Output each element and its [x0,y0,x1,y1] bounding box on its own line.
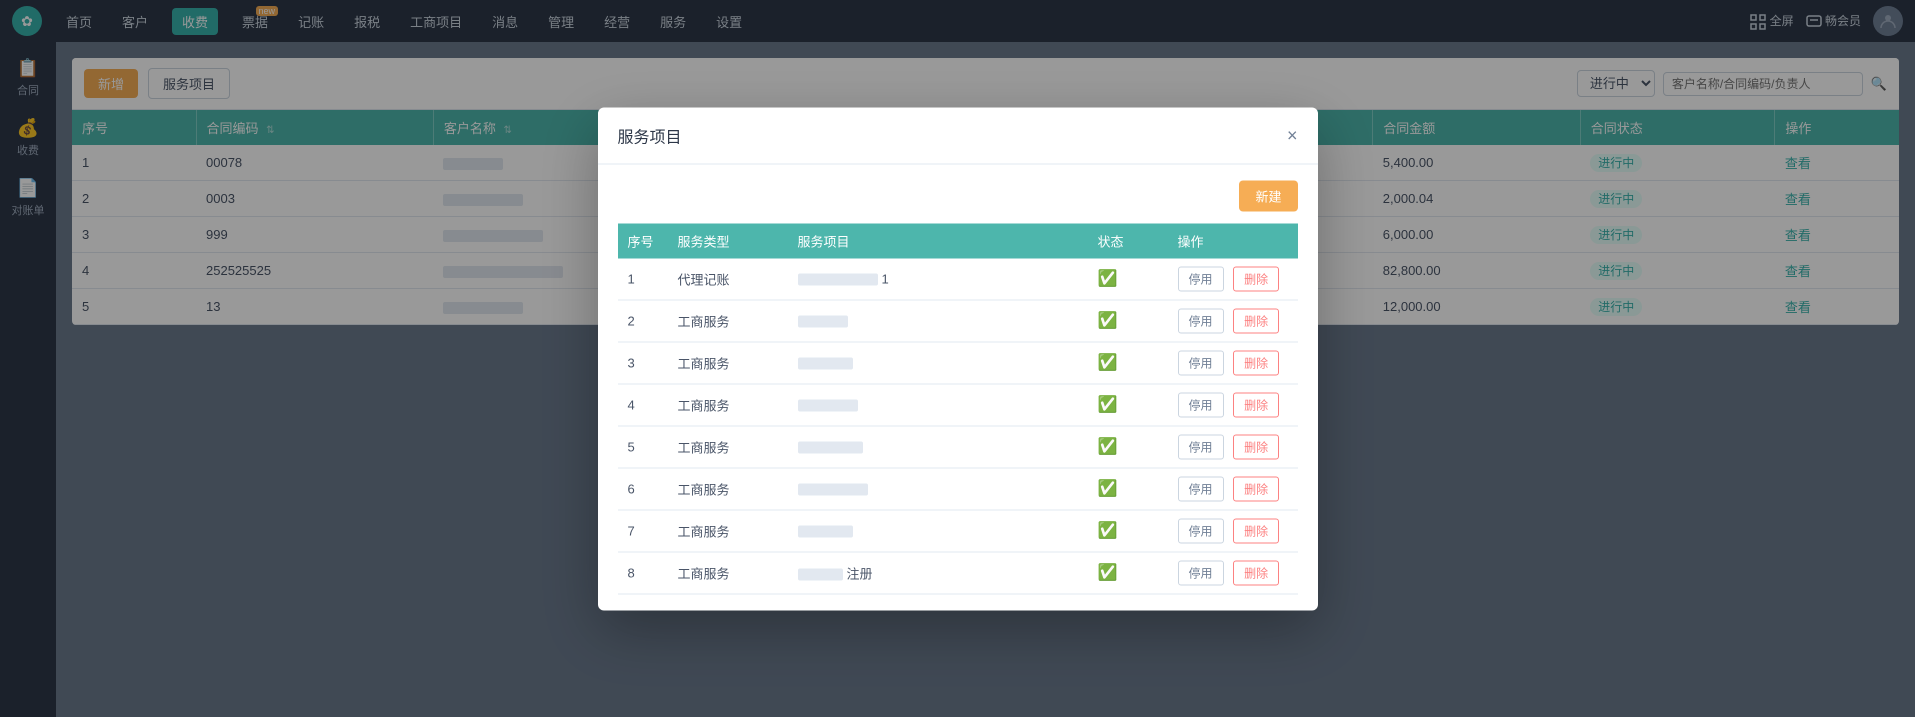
dialog-cell-action: 停用 删除 [1168,384,1298,426]
dialog-cell-action: 停用 删除 [1168,468,1298,510]
dialog-cell-action: 停用 删除 [1168,510,1298,552]
list-item: 3 工商服务 ✅ 停用 删除 [618,342,1298,384]
service-items-dialog: 服务项目 × 新建 序号 服务类型 服务项目 状态 操作 1 代理记账 [598,107,1318,610]
dialog-col-seq: 序号 [618,223,668,258]
dialog-cell-status: ✅ [1088,300,1168,342]
dialog-cell-type: 工商服务 [668,510,788,552]
dialog-cell-seq: 8 [618,552,668,594]
dialog-cell-action: 停用 删除 [1168,258,1298,300]
list-item: 7 工商服务 ✅ 停用 删除 [618,510,1298,552]
delete-button[interactable]: 删除 [1233,518,1279,543]
dialog-cell-item [788,426,1088,468]
dialog-new-button[interactable]: 新建 [1239,180,1297,211]
dialog-cell-item: 1 [788,258,1088,300]
dialog-col-item: 服务项目 [788,223,1088,258]
dialog-cell-action: 停用 删除 [1168,300,1298,342]
dialog-cell-seq: 4 [618,384,668,426]
status-check-icon: ✅ [1098,523,1118,540]
dialog-cell-item [788,300,1088,342]
delete-button[interactable]: 删除 [1233,350,1279,375]
status-check-icon: ✅ [1098,481,1118,498]
list-item: 4 工商服务 ✅ 停用 删除 [618,384,1298,426]
dialog-title: 服务项目 [618,123,682,147]
dialog-cell-type: 工商服务 [668,300,788,342]
dialog-cell-status: ✅ [1088,384,1168,426]
dialog-col-action: 操作 [1168,223,1298,258]
dialog-toolbar: 新建 [618,180,1298,211]
dialog-cell-status: ✅ [1088,468,1168,510]
status-check-icon: ✅ [1098,355,1118,372]
delete-button[interactable]: 删除 [1233,266,1279,291]
dialog-cell-seq: 5 [618,426,668,468]
dialog-cell-type: 工商服务 [668,342,788,384]
dialog-cell-item [788,342,1088,384]
delete-button[interactable]: 删除 [1233,476,1279,501]
stop-button[interactable]: 停用 [1178,518,1224,543]
dialog-cell-seq: 3 [618,342,668,384]
dialog-cell-action: 停用 删除 [1168,552,1298,594]
delete-button[interactable]: 删除 [1233,560,1279,585]
dialog-cell-status: ✅ [1088,426,1168,468]
dialog-cell-action: 停用 删除 [1168,426,1298,468]
dialog-cell-status: ✅ [1088,552,1168,594]
list-item: 5 工商服务 ✅ 停用 删除 [618,426,1298,468]
dialog-body: 新建 序号 服务类型 服务项目 状态 操作 1 代理记账 1 ✅ [598,164,1318,610]
dialog-cell-item: 注册 [788,552,1088,594]
dialog-cell-seq: 6 [618,468,668,510]
dialog-col-type: 服务类型 [668,223,788,258]
dialog-close-button[interactable]: × [1287,126,1298,144]
dialog-col-status: 状态 [1088,223,1168,258]
dialog-scroll-area[interactable]: 序号 服务类型 服务项目 状态 操作 1 代理记账 1 ✅ 停用 删除 2 工商… [618,223,1298,594]
delete-button[interactable]: 删除 [1233,434,1279,459]
dialog-cell-type: 代理记账 [668,258,788,300]
dialog-cell-status: ✅ [1088,258,1168,300]
stop-button[interactable]: 停用 [1178,308,1224,333]
dialog-cell-seq: 2 [618,300,668,342]
stop-button[interactable]: 停用 [1178,392,1224,417]
dialog-cell-item [788,468,1088,510]
stop-button[interactable]: 停用 [1178,560,1224,585]
dialog-cell-item [788,510,1088,552]
status-check-icon: ✅ [1098,271,1118,288]
service-items-table: 序号 服务类型 服务项目 状态 操作 1 代理记账 1 ✅ 停用 删除 2 工商… [618,223,1298,594]
dialog-header: 服务项目 × [598,107,1318,164]
dialog-cell-type: 工商服务 [668,384,788,426]
list-item: 1 代理记账 1 ✅ 停用 删除 [618,258,1298,300]
stop-button[interactable]: 停用 [1178,266,1224,291]
stop-button[interactable]: 停用 [1178,434,1224,459]
stop-button[interactable]: 停用 [1178,476,1224,501]
list-item: 8 工商服务 注册 ✅ 停用 删除 [618,552,1298,594]
status-check-icon: ✅ [1098,565,1118,582]
delete-button[interactable]: 删除 [1233,392,1279,417]
dialog-cell-seq: 1 [618,258,668,300]
list-item: 6 工商服务 ✅ 停用 删除 [618,468,1298,510]
dialog-cell-seq: 7 [618,510,668,552]
dialog-cell-status: ✅ [1088,342,1168,384]
stop-button[interactable]: 停用 [1178,350,1224,375]
status-check-icon: ✅ [1098,397,1118,414]
dialog-cell-status: ✅ [1088,510,1168,552]
list-item: 2 工商服务 ✅ 停用 删除 [618,300,1298,342]
dialog-cell-item [788,384,1088,426]
dialog-cell-type: 工商服务 [668,468,788,510]
status-check-icon: ✅ [1098,439,1118,456]
status-check-icon: ✅ [1098,313,1118,330]
dialog-cell-action: 停用 删除 [1168,342,1298,384]
dialog-cell-type: 工商服务 [668,552,788,594]
dialog-cell-type: 工商服务 [668,426,788,468]
delete-button[interactable]: 删除 [1233,308,1279,333]
